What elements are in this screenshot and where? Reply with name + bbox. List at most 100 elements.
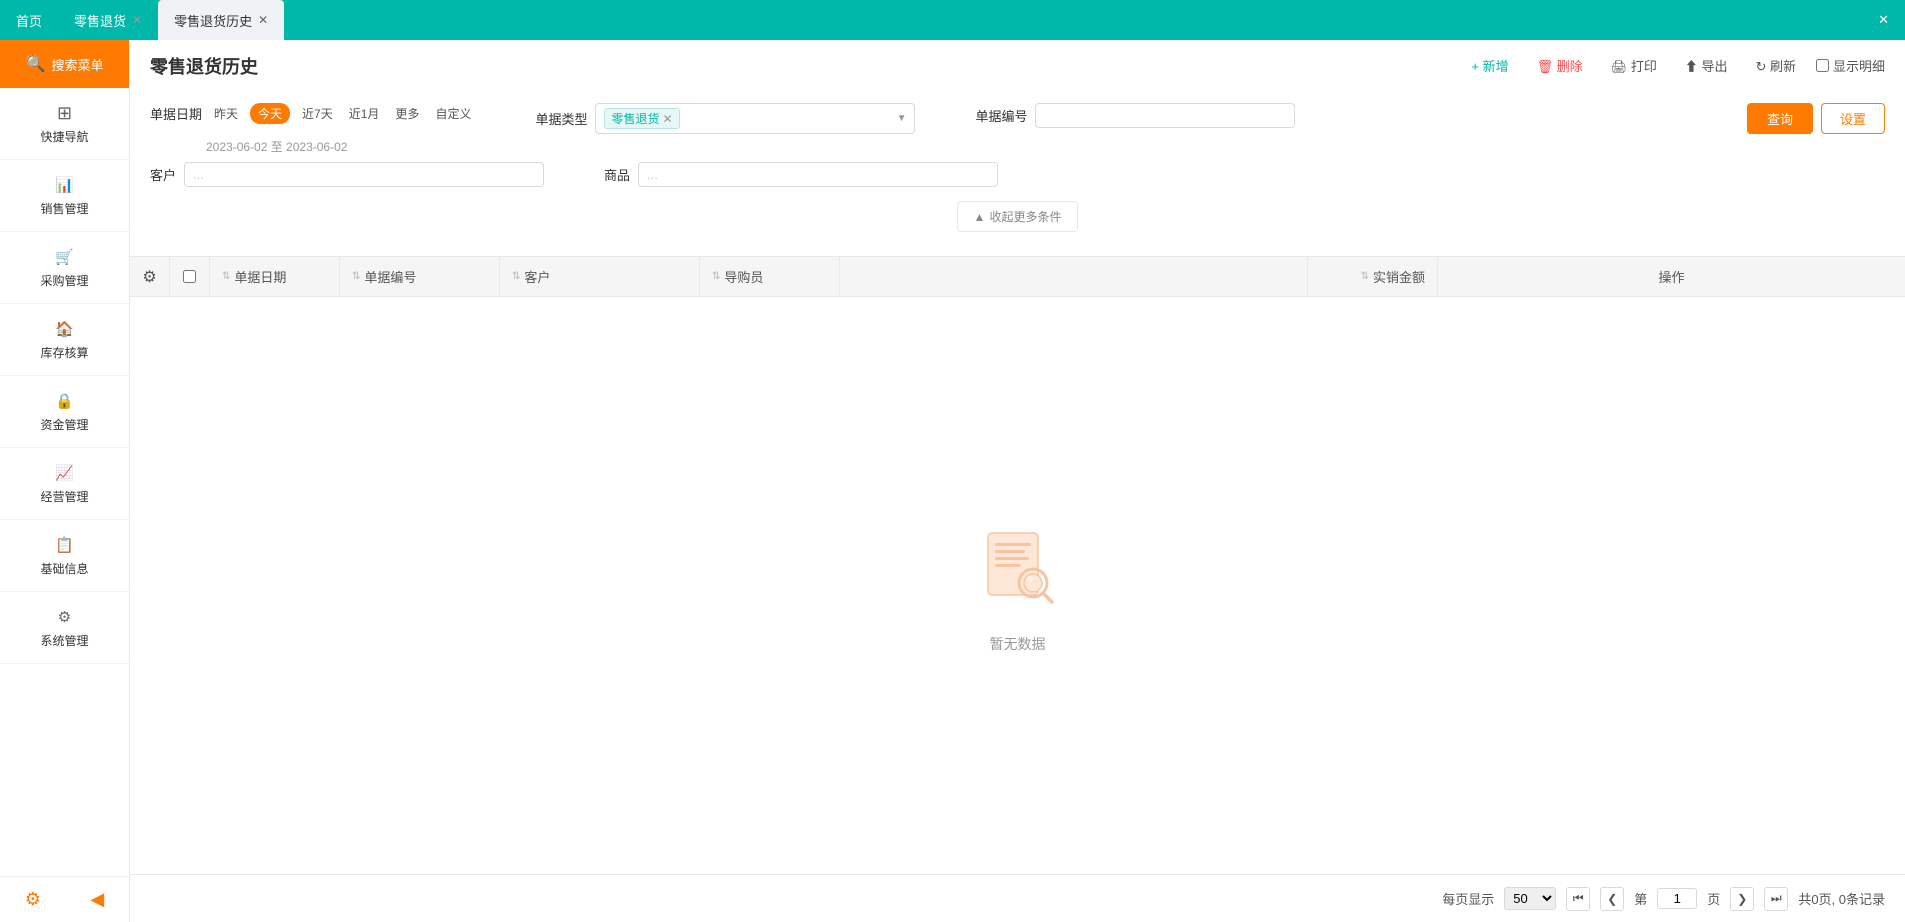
empty-state: 暂无数据: [130, 297, 1905, 874]
th-spacer: [840, 257, 1308, 296]
last-page-btn[interactable]: ⏭: [1764, 887, 1788, 911]
date-btn-yesterday[interactable]: 昨天: [210, 103, 242, 124]
filter-goods: 商品 ...: [604, 162, 998, 187]
collapse-icon: ▲: [974, 210, 986, 224]
collapse-btn[interactable]: ▲ 收起更多条件: [957, 201, 1079, 232]
th-checkbox[interactable]: [170, 257, 210, 296]
page-size-select[interactable]: 10 20 50 100: [1504, 887, 1556, 910]
th-action: 操作: [1438, 257, 1905, 296]
sidebar-item-finance[interactable]: 🔒 资金管理: [0, 376, 129, 448]
finance-icon: 🔒: [54, 390, 76, 412]
top-bar: 首页 零售退货 ✕ 零售退货历史 ✕ ✕: [0, 0, 1905, 40]
sidebar-item-system[interactable]: ⚙ 系统管理: [0, 592, 129, 664]
th-billno[interactable]: ⇅ 单据编号: [340, 257, 500, 296]
sidebar-item-basic-info[interactable]: 📋 基础信息: [0, 520, 129, 592]
page-title-bar: 零售退货历史 + 新增 🗑 删除 🖨 打印 ⬆ 导出 ↻ 刷新 显示明细: [150, 52, 1885, 79]
system-icon: ⚙: [54, 606, 76, 628]
toolbar: + 新增 🗑 删除 🖨 打印 ⬆ 导出 ↻ 刷新 显示明细: [1463, 52, 1885, 79]
prev-page-btn[interactable]: ❮: [1600, 887, 1624, 911]
bill-no-input[interactable]: [1035, 103, 1295, 128]
pagination: 每页显示 10 20 50 100 ⏮ ❮ 第 页 ❯ ⏭ 共0页, 0条记录: [130, 874, 1905, 922]
th-amount[interactable]: ⇅ 实销金额: [1308, 257, 1438, 296]
settings-col-icon: ⚙: [142, 267, 156, 287]
date-range-display: 2023-06-02 至 2023-06-02: [206, 138, 1885, 156]
sort-amount-icon: ⇅: [1361, 271, 1369, 282]
sidebar: 🔍 搜索菜单 ⊞ 快捷导航 📊 销售管理 🛒 采购管理 🏠 库存核算 🔒 资金管…: [0, 40, 130, 922]
sidebar-item-operation-label: 经营管理: [40, 488, 88, 505]
th-amount-label: 实销金额: [1373, 267, 1425, 286]
date-btn-1month[interactable]: 近1月: [345, 103, 384, 124]
add-button[interactable]: + 新增: [1463, 52, 1516, 79]
tab-retail-return-history-label: 零售退货历史: [174, 11, 252, 30]
sidebar-item-quick-nav-label: 快捷导航: [40, 128, 88, 145]
sidebar-item-operation[interactable]: 📈 经营管理: [0, 448, 129, 520]
sidebar-item-system-label: 系统管理: [40, 632, 88, 649]
sidebar-item-inventory[interactable]: 🏠 库存核算: [0, 304, 129, 376]
sidebar-item-purchase[interactable]: 🛒 采购管理: [0, 232, 129, 304]
sidebar-item-basic-info-label: 基础信息: [40, 560, 88, 577]
print-button[interactable]: 🖨 打印: [1603, 52, 1665, 79]
customer-input[interactable]: ...: [184, 162, 544, 187]
settings-button[interactable]: 设置: [1821, 103, 1885, 134]
filter-date: 单据日期 昨天 今天 近7天 近1月 更多 自定义: [150, 103, 475, 124]
page-title: 零售退货历史: [150, 53, 258, 79]
main-layout: 🔍 搜索菜单 ⊞ 快捷导航 📊 销售管理 🛒 采购管理 🏠 库存核算 🔒 资金管…: [0, 40, 1905, 922]
th-date[interactable]: ⇅ 单据日期: [210, 257, 340, 296]
tab-retail-return-history[interactable]: 零售退货历史 ✕: [158, 0, 284, 40]
sales-icon: 📊: [54, 174, 76, 196]
table-header: ⚙ ⇅ 单据日期 ⇅ 单据编号 ⇅ 客户 ⇅: [130, 257, 1905, 297]
next-page-btn[interactable]: ❯: [1730, 887, 1754, 911]
customer-placeholder: ...: [193, 167, 204, 182]
filter-actions: 查询 设置: [1747, 103, 1885, 134]
refresh-button[interactable]: ↻ 刷新: [1747, 52, 1804, 79]
th-date-label: 单据日期: [234, 267, 286, 286]
filter-area: 单据日期 昨天 今天 近7天 近1月 更多 自定义 单据类型: [150, 91, 1885, 256]
sidebar-search-btn[interactable]: 🔍 搜索菜单: [0, 40, 129, 88]
date-range-text: 2023-06-02 至 2023-06-02: [206, 140, 347, 154]
customer-label: 客户: [150, 165, 176, 184]
quick-nav-icon: ⊞: [54, 102, 76, 124]
search-icon: 🔍: [26, 54, 46, 74]
date-btn-custom[interactable]: 自定义: [431, 103, 475, 124]
sidebar-item-sales[interactable]: 📊 销售管理: [0, 160, 129, 232]
export-button[interactable]: ⬆ 导出: [1677, 52, 1736, 79]
filter-row-2: 客户 ... 商品 ...: [150, 162, 1885, 187]
date-btn-more[interactable]: 更多: [391, 103, 423, 124]
page-input[interactable]: [1657, 888, 1697, 909]
tab-retail-return-history-close[interactable]: ✕: [258, 13, 268, 27]
date-btn-today[interactable]: 今天: [250, 103, 290, 124]
show-detail-checkbox[interactable]: 显示明细: [1816, 56, 1885, 75]
sort-guide-icon: ⇅: [712, 271, 720, 282]
date-btn-7days[interactable]: 近7天: [298, 103, 337, 124]
tab-retail-return-close[interactable]: ✕: [132, 13, 142, 27]
th-guide[interactable]: ⇅ 导购员: [700, 257, 840, 296]
th-settings[interactable]: ⚙: [130, 257, 170, 296]
bill-type-tag-remove[interactable]: ✕: [662, 112, 672, 126]
filter-row-1: 单据日期 昨天 今天 近7天 近1月 更多 自定义 单据类型: [150, 103, 1885, 134]
query-button[interactable]: 查询: [1747, 103, 1813, 134]
show-detail-input[interactable]: [1816, 59, 1829, 72]
goods-label: 商品: [604, 165, 630, 184]
window-close-btn[interactable]: ✕: [1878, 12, 1905, 28]
first-page-btn[interactable]: ⏮: [1566, 887, 1590, 911]
show-detail-label: 显示明细: [1833, 56, 1885, 75]
basic-info-icon: 📋: [54, 534, 76, 556]
goods-placeholder: ...: [647, 167, 658, 182]
page-size-label: 每页显示: [1442, 889, 1494, 908]
filter-customer: 客户 ...: [150, 162, 544, 187]
collapse-sidebar-icon[interactable]: ◀: [90, 889, 104, 910]
settings-gear-icon[interactable]: ⚙: [25, 889, 41, 910]
bill-type-select[interactable]: 零售退货 ✕ ▼: [595, 103, 915, 134]
goods-input[interactable]: ...: [638, 162, 998, 187]
tab-home-label: 首页: [16, 11, 42, 30]
delete-button[interactable]: 🗑 删除: [1529, 52, 1591, 79]
th-customer[interactable]: ⇅ 客户: [500, 257, 700, 296]
page-label: 第: [1634, 889, 1647, 908]
sidebar-item-quick-nav[interactable]: ⊞ 快捷导航: [0, 88, 129, 160]
inventory-icon: 🏠: [54, 318, 76, 340]
date-options: 昨天 今天 近7天 近1月 更多 自定义: [210, 103, 475, 124]
select-all-checkbox[interactable]: [183, 270, 196, 283]
th-customer-label: 客户: [524, 267, 550, 286]
tab-retail-return[interactable]: 零售退货 ✕: [58, 0, 158, 40]
tab-home[interactable]: 首页: [0, 0, 58, 40]
